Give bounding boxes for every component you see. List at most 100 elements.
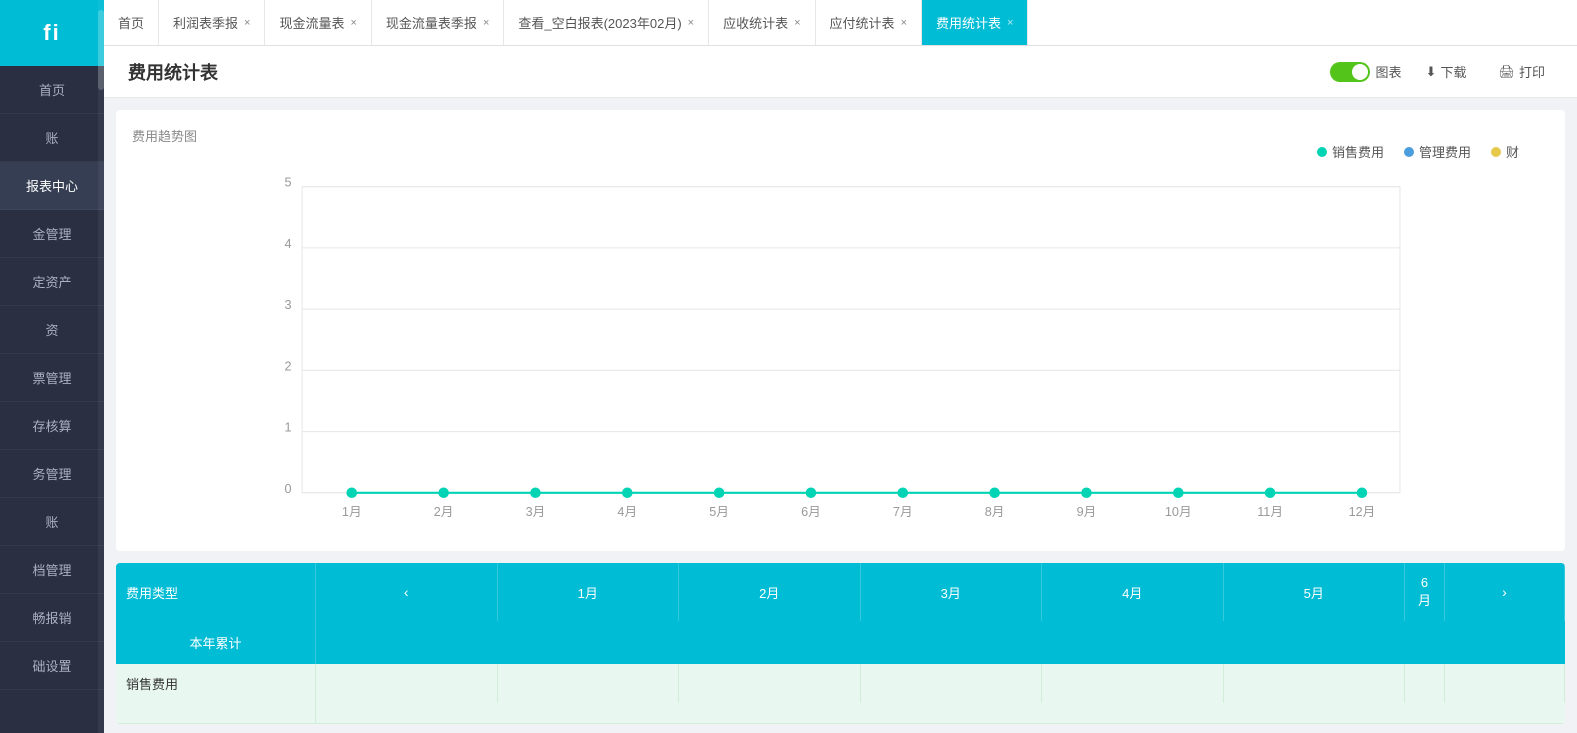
sidebar-item-tickets[interactable]: 票管理	[0, 354, 104, 402]
col-month4: 4月	[1042, 563, 1224, 621]
tab-expense-close[interactable]: ×	[1007, 17, 1013, 29]
svg-text:1: 1	[285, 421, 292, 435]
toggle-knob	[1352, 64, 1368, 80]
tab-profit-label: 利润表季报	[173, 13, 238, 32]
row-cell-4	[1042, 664, 1224, 703]
sidebar-item-archive[interactable]: 档管理	[0, 546, 104, 594]
svg-text:1月: 1月	[342, 505, 362, 519]
chart-point-6	[806, 488, 817, 499]
header-actions: 图表 ⬇ 下载 🖨 打印	[1330, 58, 1553, 85]
col-year-total: 本年累计	[116, 621, 316, 664]
tab-home[interactable]: 首页	[104, 0, 159, 45]
sidebar: fi 首页 账 报表中心 金管理 定资产 资 票管理 存核算 务管理 账 档管理…	[0, 0, 104, 733]
row-type-label: 销售费用	[116, 664, 316, 703]
sidebar-item-account[interactable]: 账	[0, 114, 104, 162]
sidebar-item-capital[interactable]: 资	[0, 306, 104, 354]
download-button[interactable]: ⬇ 下载	[1418, 58, 1475, 85]
row-cell-6	[1405, 664, 1445, 703]
svg-text:0: 0	[285, 482, 292, 496]
col-month2: 2月	[679, 563, 861, 621]
chart-point-3	[530, 488, 541, 499]
svg-text:2月: 2月	[434, 505, 454, 519]
tab-receivable-label: 应收统计表	[723, 13, 788, 32]
prev-month-button[interactable]: ‹	[404, 584, 409, 600]
tab-payable-close[interactable]: ×	[901, 17, 907, 29]
content-area: 费用统计表 图表 ⬇ 下载 🖨 打印	[104, 46, 1577, 733]
col-prev-btn[interactable]: ‹	[316, 563, 498, 621]
col-month1: 1月	[498, 563, 680, 621]
sidebar-item-inventory[interactable]: 存核算	[0, 402, 104, 450]
row-cell-2	[679, 664, 861, 703]
sidebar-item-reimbursement[interactable]: 畅报销	[0, 594, 104, 642]
tab-payable[interactable]: 应付统计表 ×	[816, 0, 922, 45]
main-area: 首页 利润表季报 × 现金流量表 × 现金流量表季报 × 查看_空白报表(202…	[104, 0, 1577, 733]
chart-toggle[interactable]	[1330, 62, 1370, 82]
row-total	[116, 703, 316, 723]
sidebar-logo: fi	[0, 0, 104, 66]
tab-blank-report[interactable]: 查看_空白报表(2023年02月) ×	[504, 0, 709, 45]
chart-toggle-label: 图表	[1376, 62, 1402, 81]
row-cell-3	[861, 664, 1043, 703]
col-type: 费用类型	[116, 563, 316, 621]
chart-point-9	[1081, 488, 1092, 499]
chart-point-4	[622, 488, 633, 499]
chart-area: 0 1 2 3 4 5	[132, 155, 1549, 535]
table-header: 费用类型 ‹ 1月 2月 3月 4月 5月 6月 › 本年累计	[116, 563, 1565, 664]
print-button[interactable]: 🖨 打印	[1490, 58, 1553, 85]
svg-text:5: 5	[285, 176, 292, 190]
col-type-label: 费用类型	[126, 583, 178, 602]
svg-text:4月: 4月	[617, 505, 637, 519]
svg-text:2: 2	[285, 359, 292, 373]
svg-text:4: 4	[285, 237, 292, 251]
tab-profit[interactable]: 利润表季报 ×	[159, 0, 265, 45]
tab-profit-close[interactable]: ×	[244, 17, 250, 29]
tab-cashflow-label: 现金流量表	[279, 13, 344, 32]
tab-expense[interactable]: 费用统计表 ×	[922, 0, 1028, 45]
sidebar-item-cash[interactable]: 金管理	[0, 210, 104, 258]
svg-text:3月: 3月	[526, 505, 546, 519]
tab-blank-report-label: 查看_空白报表(2023年02月)	[518, 13, 681, 32]
tab-cashflow[interactable]: 现金流量表 ×	[265, 0, 371, 45]
next-month-button[interactable]: ›	[1502, 584, 1507, 600]
chart-point-1	[347, 488, 358, 499]
tab-blank-report-close[interactable]: ×	[688, 17, 694, 29]
page-header: 费用统计表 图表 ⬇ 下载 🖨 打印	[104, 46, 1577, 98]
chart-point-12	[1357, 488, 1368, 499]
tab-cashflow-quarterly-close[interactable]: ×	[483, 17, 489, 29]
row-cell-spacer	[316, 664, 498, 703]
download-label: 下载	[1440, 62, 1466, 81]
chart-point-11	[1265, 488, 1276, 499]
sidebar-item-assets[interactable]: 定资产	[0, 258, 104, 306]
sidebar-item-services[interactable]: 务管理	[0, 450, 104, 498]
chart-toggle-wrap: 图表	[1330, 62, 1402, 82]
col-month6: 6月	[1405, 563, 1445, 621]
svg-text:9月: 9月	[1077, 505, 1097, 519]
sidebar-item-home[interactable]: 首页	[0, 66, 104, 114]
print-label: 打印	[1519, 62, 1545, 81]
sidebar-item-settings[interactable]: 础设置	[0, 642, 104, 690]
svg-text:6月: 6月	[801, 505, 821, 519]
chart-point-8	[989, 488, 1000, 499]
col-month3: 3月	[861, 563, 1043, 621]
col-next-btn[interactable]: ›	[1445, 563, 1565, 621]
sidebar-scrollbar[interactable]	[98, 0, 104, 733]
svg-text:5月: 5月	[709, 505, 729, 519]
chart-point-5	[714, 488, 725, 499]
tab-receivable-close[interactable]: ×	[794, 17, 800, 29]
svg-text:8月: 8月	[985, 505, 1005, 519]
tab-cashflow-close[interactable]: ×	[350, 17, 356, 29]
svg-text:7月: 7月	[893, 505, 913, 519]
print-icon: 🖨	[1498, 64, 1515, 80]
tab-payable-label: 应付统计表	[830, 13, 895, 32]
sidebar-item-ledger[interactable]: 账	[0, 498, 104, 546]
tab-cashflow-quarterly[interactable]: 现金流量表季报 ×	[372, 0, 504, 45]
tab-receivable[interactable]: 应收统计表 ×	[709, 0, 815, 45]
row-cell-spacer2	[1445, 664, 1565, 703]
tab-expense-label: 费用统计表	[936, 13, 1001, 32]
row-cell-5	[1224, 664, 1406, 703]
page-title: 费用统计表	[128, 59, 218, 85]
svg-text:11月: 11月	[1257, 505, 1283, 519]
tab-bar: 首页 利润表季报 × 现金流量表 × 现金流量表季报 × 查看_空白报表(202…	[104, 0, 1577, 46]
sidebar-item-reports[interactable]: 报表中心	[0, 162, 104, 210]
chart-section: 费用趋势图 销售费用 管理费用 财	[116, 110, 1565, 551]
